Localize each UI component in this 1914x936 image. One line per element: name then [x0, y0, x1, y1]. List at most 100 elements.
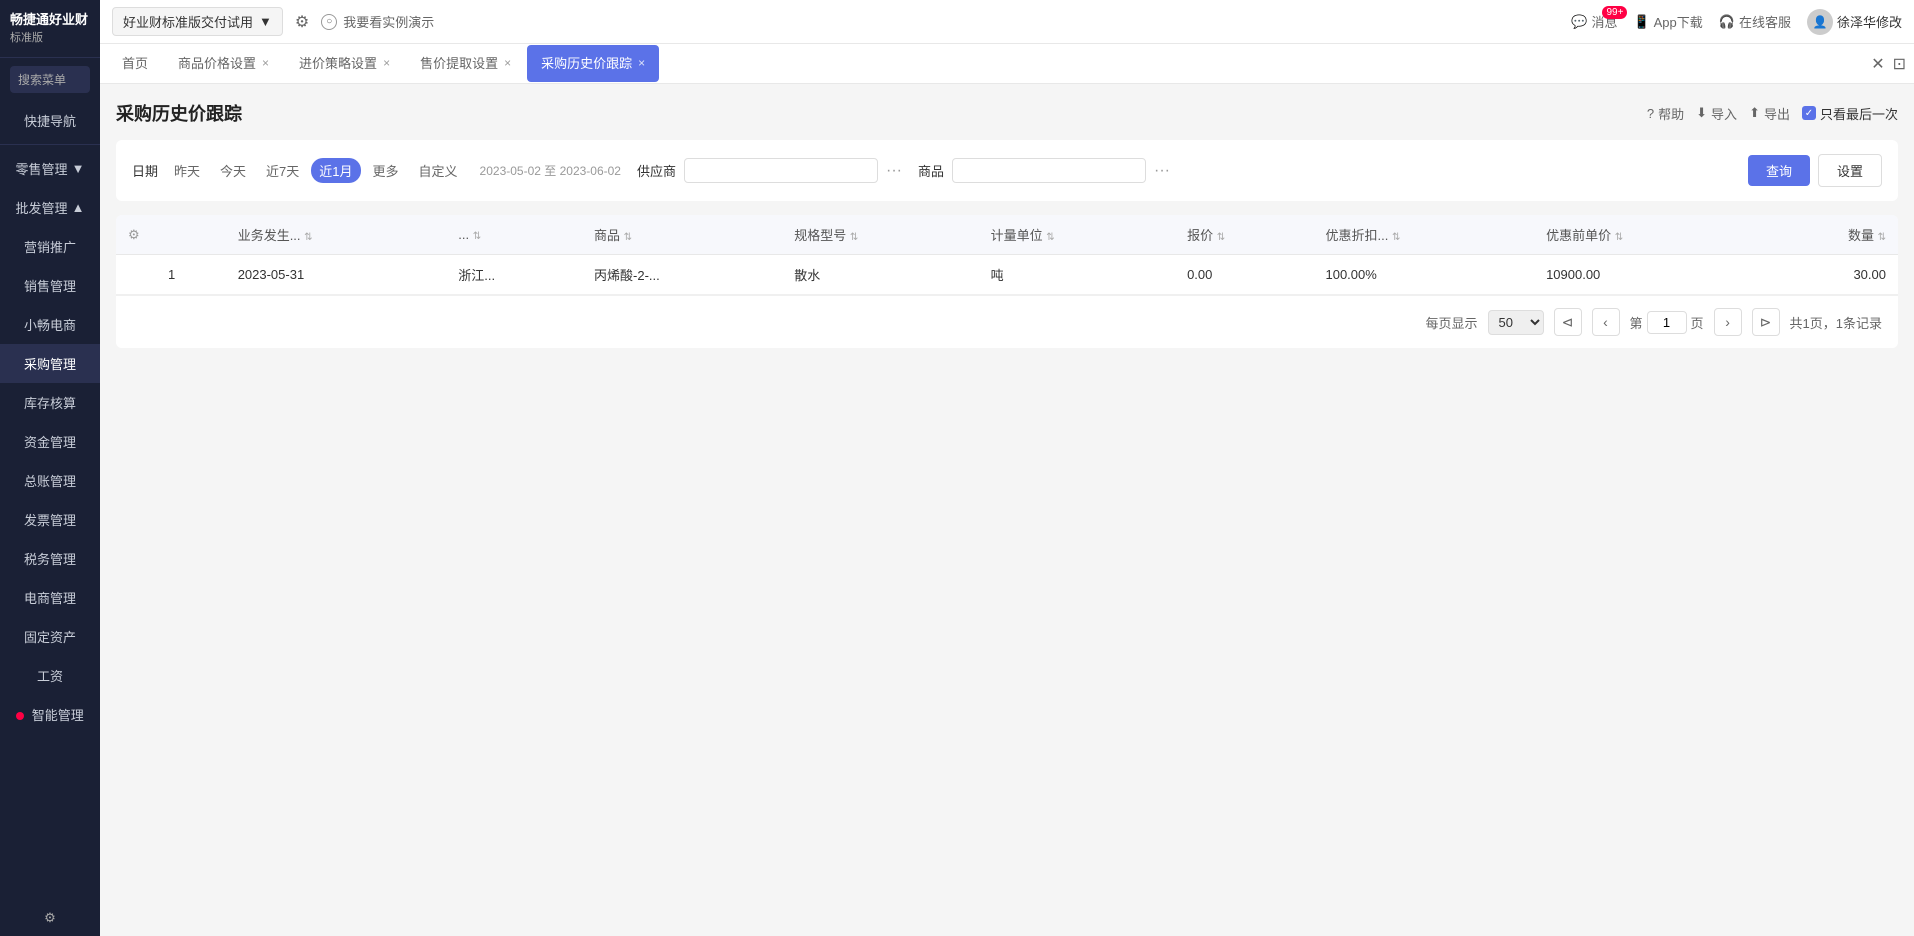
table-row: 1 2023-05-31 浙江... 丙烯酸-2-... 散水 吨 0.00 1… — [116, 255, 1898, 295]
tab-sale-extract-close[interactable]: × — [504, 56, 511, 70]
product-more-icon[interactable]: ··· — [1154, 162, 1170, 180]
sort-icon-quantity[interactable]: ⇅ — [1878, 232, 1886, 243]
per-page-select[interactable]: 50 20 100 200 — [1488, 310, 1544, 335]
topbar-settings-icon[interactable]: ⚙ — [295, 12, 309, 32]
sort-icon-discount-pct[interactable]: ⇅ — [1392, 232, 1400, 243]
sort-icon-unit[interactable]: ⇅ — [1046, 232, 1054, 243]
sidebar-item-purchase[interactable]: 采购管理 — [0, 344, 100, 383]
topbar: 好业财标准版交付试用 ▼ ⚙ ○ 我要看实例演示 💬 消息 99+ 📱 App下… — [100, 0, 1914, 44]
sidebar-item-marketing[interactable]: 营销推广 — [0, 227, 100, 266]
sidebar-item-sales[interactable]: 销售管理 — [0, 266, 100, 305]
tab-purchase-history-close[interactable]: × — [638, 56, 645, 70]
sort-icon-product[interactable]: ⇅ — [624, 232, 632, 243]
date-opt-today[interactable]: 今天 — [212, 158, 254, 183]
product-filter-group: 商品 ··· — [918, 158, 1170, 183]
tab-purchase-strategy-close[interactable]: × — [383, 56, 390, 70]
row-biz-date: 2023-05-31 — [226, 255, 447, 295]
col-spec-label: 规格型号 — [794, 228, 846, 243]
pagination-info: 第 页 — [1630, 311, 1704, 334]
dot-red-icon — [16, 712, 24, 720]
messages-button[interactable]: 💬 消息 99+ — [1571, 12, 1617, 31]
col-header-gear[interactable]: ⚙ — [116, 215, 156, 255]
col-header-spec[interactable]: 规格型号 ⇅ — [782, 215, 978, 255]
tab-price-setting-close[interactable]: × — [262, 56, 269, 70]
app-download-button[interactable]: 📱 App下载 — [1633, 12, 1702, 31]
app-title: 畅捷通好业财 — [10, 12, 90, 29]
date-opt-yesterday[interactable]: 昨天 — [166, 158, 208, 183]
sort-icon-pre-discount-price[interactable]: ⇅ — [1615, 232, 1623, 243]
export-icon: ⬆ — [1749, 105, 1760, 121]
topbar-right: 💬 消息 99+ 📱 App下载 🎧 在线客服 👤 徐泽华修改 — [1571, 9, 1902, 35]
product-selector[interactable]: 好业财标准版交付试用 ▼ — [112, 7, 283, 36]
user-menu[interactable]: 👤 徐泽华修改 — [1807, 9, 1902, 35]
last-page-button[interactable]: ⊳ — [1752, 308, 1780, 336]
total-info: 共1页，1条记录 — [1790, 313, 1882, 332]
tab-purchase-history-label: 采购历史价跟踪 — [541, 53, 632, 72]
supplier-more-icon[interactable]: ··· — [886, 162, 902, 180]
export-button[interactable]: ⬆ 导出 — [1749, 104, 1790, 123]
sidebar-gear-icon[interactable]: ⚙ — [44, 910, 56, 925]
sort-icon-more[interactable]: ⇅ — [473, 231, 481, 242]
col-header-quote[interactable]: 报价 ⇅ — [1175, 215, 1313, 255]
tab-purchase-strategy[interactable]: 进价策略设置 × — [285, 45, 404, 82]
date-opt-last7[interactable]: 近7天 — [258, 158, 307, 183]
online-service-label: 在线客服 — [1739, 12, 1791, 31]
table-gear-icon[interactable]: ⚙ — [128, 227, 140, 242]
import-button[interactable]: ⬇ 导入 — [1696, 104, 1737, 123]
tab-home[interactable]: 首页 — [108, 45, 162, 82]
sidebar-divider-1 — [0, 144, 100, 145]
sidebar-item-assets[interactable]: 固定资产 — [0, 617, 100, 656]
col-header-biz-date[interactable]: 业务发生... ⇅ — [226, 215, 447, 255]
page-header: 采购历史价跟踪 ? 帮助 ⬇ 导入 ⬆ 导出 ✓ 只看最后一次 — [116, 100, 1898, 126]
col-header-pre-discount-price[interactable]: 优惠前单价 ⇅ — [1534, 215, 1759, 255]
sidebar-item-retail[interactable]: 零售管理 ▼ — [0, 149, 100, 188]
prev-page-button[interactable]: ‹ — [1592, 308, 1620, 336]
sidebar-item-ecomm[interactable]: 电商管理 — [0, 578, 100, 617]
sort-icon-spec[interactable]: ⇅ — [850, 232, 858, 243]
sort-icon-quote[interactable]: ⇅ — [1217, 232, 1225, 243]
sidebar-item-invoice[interactable]: 发票管理 — [0, 500, 100, 539]
first-page-button[interactable]: ⊲ — [1554, 308, 1582, 336]
table-body: 1 2023-05-31 浙江... 丙烯酸-2-... 散水 吨 0.00 1… — [116, 255, 1898, 295]
sidebar-item-ecomm-small[interactable]: 小畅电商 — [0, 305, 100, 344]
sidebar-item-quicknav[interactable]: 快捷导航 — [0, 101, 100, 140]
demo-button[interactable]: ○ 我要看实例演示 — [321, 12, 434, 31]
sidebar-item-smart[interactable]: 智能管理 — [0, 695, 100, 734]
settings-button[interactable]: 设置 — [1818, 154, 1882, 187]
col-header-product[interactable]: 商品 ⇅ — [582, 215, 782, 255]
online-service-button[interactable]: 🎧 在线客服 — [1719, 12, 1791, 31]
col-header-discount-pct[interactable]: 优惠折扣... ⇅ — [1313, 215, 1534, 255]
col-header-unit[interactable]: 计量单位 ⇅ — [979, 215, 1175, 255]
sort-icon-biz-date[interactable]: ⇅ — [304, 232, 312, 243]
sidebar-item-tax[interactable]: 税务管理 — [0, 539, 100, 578]
row-quote: 0.00 — [1175, 255, 1313, 295]
user-name: 徐泽华修改 — [1837, 12, 1902, 31]
col-header-quantity[interactable]: 数量 ⇅ — [1760, 215, 1899, 255]
tab-sale-extract[interactable]: 售价提取设置 × — [406, 45, 525, 82]
help-button[interactable]: ? 帮助 — [1647, 104, 1684, 123]
sidebar-item-finance[interactable]: 资金管理 — [0, 422, 100, 461]
date-opt-more[interactable]: 更多 — [365, 158, 407, 183]
query-button[interactable]: 查询 — [1748, 155, 1810, 186]
next-page-button[interactable]: › — [1714, 308, 1742, 336]
supplier-input[interactable] — [684, 158, 878, 183]
page-input[interactable] — [1647, 311, 1687, 334]
tabs-right-actions: ✕ ⊡ — [1871, 54, 1906, 74]
sidebar-item-ledger[interactable]: 总账管理 — [0, 461, 100, 500]
sidebar-search-area[interactable]: 搜索菜单 — [0, 58, 100, 101]
product-input[interactable] — [952, 158, 1146, 183]
date-opt-last1month[interactable]: 近1月 — [311, 158, 360, 183]
tab-purchase-history[interactable]: 采购历史价跟踪 × — [527, 45, 659, 82]
sidebar-item-wholesale[interactable]: 批发管理 ▲ — [0, 188, 100, 227]
sidebar-item-salary[interactable]: 工资 — [0, 656, 100, 695]
col-header-more[interactable]: ... ⇅ — [446, 215, 582, 255]
tab-close-icon[interactable]: ✕ — [1871, 54, 1884, 74]
sidebar-item-inventory[interactable]: 库存核算 — [0, 383, 100, 422]
tab-price-setting[interactable]: 商品价格设置 × — [164, 45, 283, 82]
date-opt-custom[interactable]: 自定义 — [411, 158, 466, 183]
tab-maximize-icon[interactable]: ⊡ — [1893, 54, 1906, 74]
only-last-checkbox[interactable]: ✓ 只看最后一次 — [1802, 104, 1898, 123]
demo-label: 我要看实例演示 — [343, 12, 434, 31]
search-menu-button[interactable]: 搜索菜单 — [10, 66, 90, 93]
app-subtitle: 标准版 — [10, 29, 90, 45]
